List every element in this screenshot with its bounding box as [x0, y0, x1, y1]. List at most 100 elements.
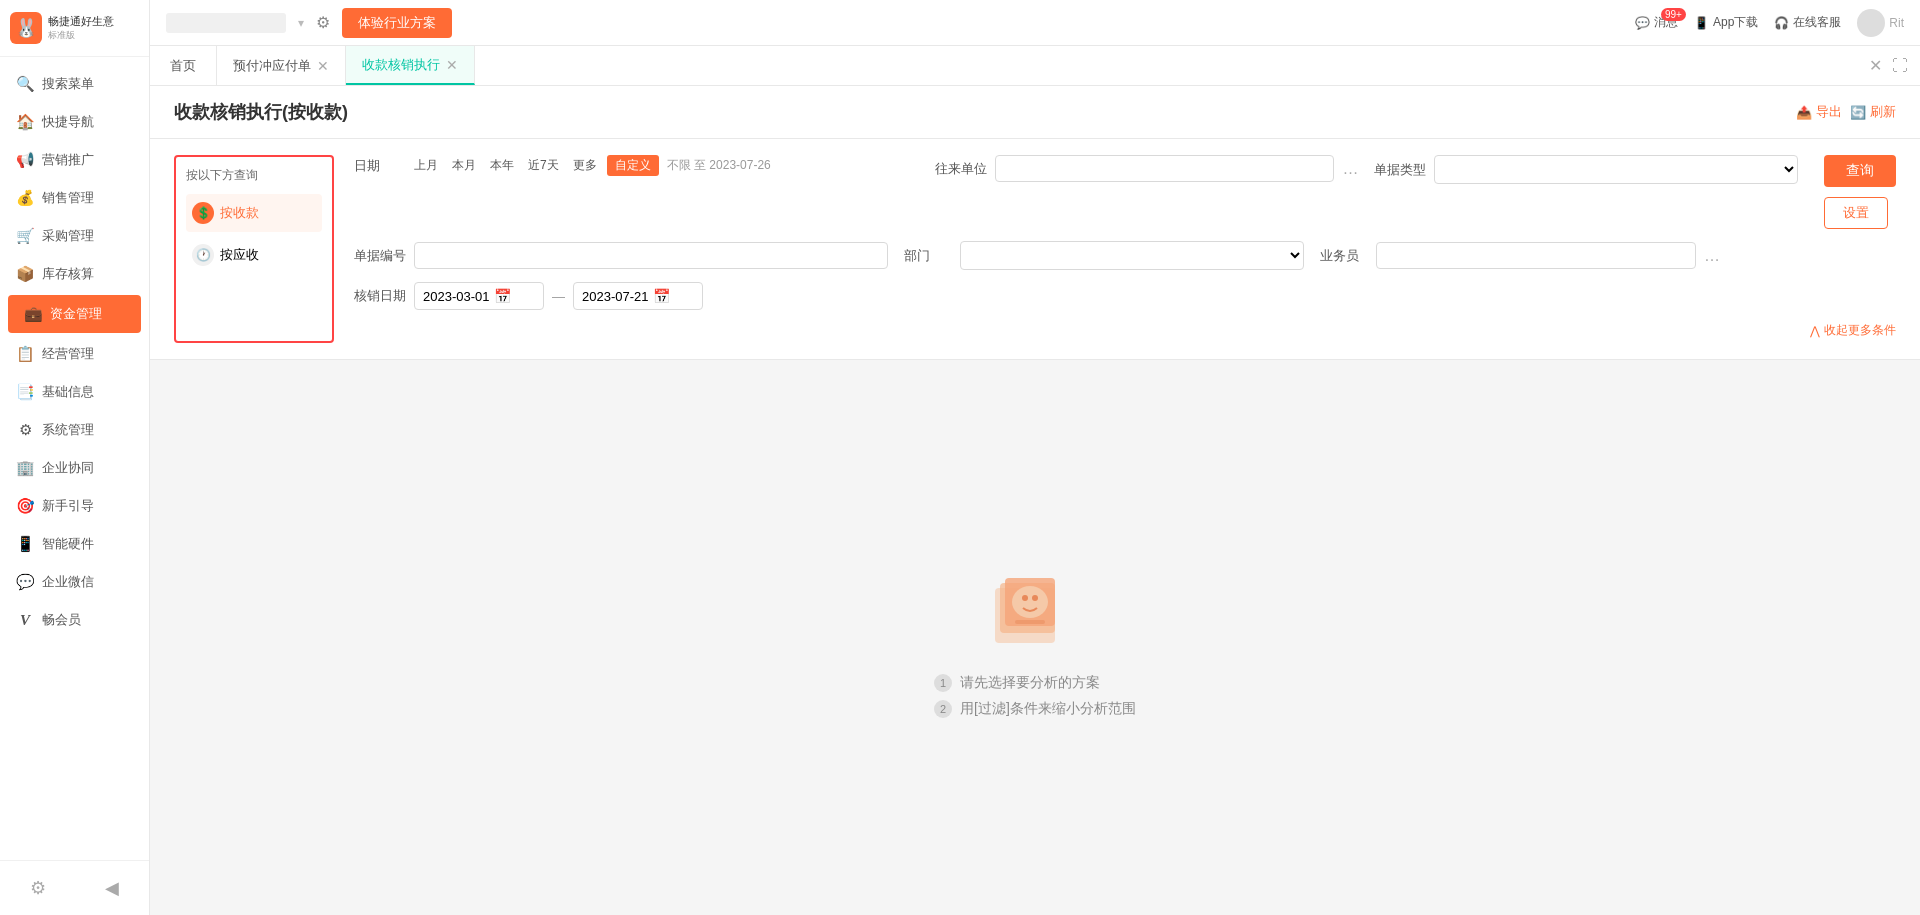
- sidebar-item-sales[interactable]: 💰 销售管理: [0, 179, 149, 217]
- main-content: 1 请先选择要分析的方案 2 用[过滤]条件来缩小分析范围: [150, 360, 1920, 915]
- sidebar-item-operation[interactable]: 📋 经营管理: [0, 335, 149, 373]
- refresh-button[interactable]: 🔄 刷新: [1850, 103, 1896, 121]
- date-label: 日期: [354, 157, 402, 175]
- sidebar-item-inventory[interactable]: 📦 库存核算: [0, 255, 149, 293]
- collapse-conditions-button[interactable]: ⋀ 收起更多条件: [1810, 322, 1896, 339]
- sidebar-item-wechat[interactable]: 💬 企业微信: [0, 563, 149, 601]
- filter-by-receivable[interactable]: 🕐 按应收: [186, 236, 322, 274]
- wechat-icon: 💬: [16, 573, 34, 591]
- app-icon: 📱: [1694, 16, 1709, 30]
- filter-by-receipt[interactable]: 💲 按收款: [186, 194, 322, 232]
- export-button[interactable]: 📤 导出: [1796, 103, 1842, 121]
- tip-num-2: 2: [934, 700, 952, 718]
- staff-input[interactable]: [1376, 242, 1696, 269]
- writeoff-start-input[interactable]: 2023-03-01 📅: [414, 282, 544, 310]
- svg-point-5: [1032, 595, 1038, 601]
- sidebar-item-basic[interactable]: 📑 基础信息: [0, 373, 149, 411]
- user-avatar[interactable]: Rit: [1857, 9, 1904, 37]
- tab-writeoff-close-icon[interactable]: ✕: [446, 58, 458, 72]
- calendar-end-icon[interactable]: 📅: [653, 288, 670, 304]
- tab-home[interactable]: 首页: [150, 46, 217, 85]
- filter-area: 按以下方查询 💲 按收款 🕐 按应收 日期: [150, 139, 1920, 360]
- sidebar-item-corp[interactable]: 🏢 企业协同: [0, 449, 149, 487]
- receipt-icon: 💲: [192, 202, 214, 224]
- refresh-icon: 🔄: [1850, 105, 1866, 120]
- message-button[interactable]: 💬 消息 99+: [1635, 14, 1678, 31]
- date-quick-btns: 上月 本月 本年 近7天 更多 自定义: [410, 155, 659, 176]
- writeoff-end-input[interactable]: 2023-07-21 📅: [573, 282, 703, 310]
- inventory-icon: 📦: [16, 265, 34, 283]
- topbar-gear-icon[interactable]: ⚙: [316, 13, 330, 32]
- counterpart-more-icon[interactable]: …: [1342, 160, 1358, 178]
- basic-icon: 📑: [16, 383, 34, 401]
- bill-type-select[interactable]: [1434, 155, 1798, 184]
- app-download-button[interactable]: 📱 App下载: [1694, 14, 1758, 31]
- tab-close-all-icon[interactable]: ✕: [1869, 56, 1882, 75]
- brand-input[interactable]: [166, 13, 286, 33]
- sidebar-item-quick-nav[interactable]: 🏠 快捷导航: [0, 103, 149, 141]
- date-this-year-btn[interactable]: 本年: [486, 155, 518, 176]
- date-no-limit: 不限 至 2023-07-26: [667, 157, 771, 174]
- settings-button[interactable]: 设置: [1824, 197, 1888, 229]
- solution-button[interactable]: 体验行业方案: [342, 8, 452, 38]
- settings-bottom-icon[interactable]: ⚙: [24, 871, 52, 905]
- system-icon: ⚙: [16, 421, 34, 439]
- message-icon: 💬: [1635, 16, 1650, 30]
- app-edition: 标准版: [48, 29, 114, 42]
- sidebar-item-finance[interactable]: 💼 资金管理: [8, 295, 141, 333]
- query-button[interactable]: 查询: [1824, 155, 1896, 187]
- empty-state: 1 请先选择要分析的方案 2 用[过滤]条件来缩小分析范围: [934, 558, 1136, 718]
- purchase-icon: 🛒: [16, 227, 34, 245]
- page-header: 收款核销执行(按收款) 📤 导出 🔄 刷新: [150, 86, 1920, 139]
- staff-more-icon[interactable]: …: [1704, 247, 1720, 265]
- calendar-start-icon[interactable]: 📅: [494, 288, 511, 304]
- date-this-month-btn[interactable]: 本月: [448, 155, 480, 176]
- bill-number-input[interactable]: [414, 242, 888, 269]
- operation-icon: 📋: [16, 345, 34, 363]
- svg-point-4: [1022, 595, 1028, 601]
- dept-select[interactable]: [960, 241, 1304, 270]
- sidebar-item-guide[interactable]: 🎯 新手引导: [0, 487, 149, 525]
- sidebar-item-marketing[interactable]: 📢 营销推广: [0, 141, 149, 179]
- tab-fullscreen-icon[interactable]: ⛶: [1892, 57, 1908, 75]
- svg-rect-6: [1015, 620, 1045, 624]
- collapse-sidebar-icon[interactable]: ◀: [99, 871, 125, 905]
- counterpart-input[interactable]: [995, 155, 1335, 182]
- sales-icon: 💰: [16, 189, 34, 207]
- sidebar-item-search[interactable]: 🔍 搜索菜单: [0, 65, 149, 103]
- empty-illustration: [975, 558, 1095, 658]
- tab-prepay[interactable]: 预付冲应付单 ✕: [217, 46, 346, 85]
- staff-label: 业务员: [1320, 247, 1368, 265]
- online-service-button[interactable]: 🎧 在线客服: [1774, 14, 1841, 31]
- filter-left-panel: 按以下方查询 💲 按收款 🕐 按应收: [174, 155, 334, 343]
- tip-num-1: 1: [934, 674, 952, 692]
- username-label: Rit: [1889, 16, 1904, 30]
- tab-writeoff[interactable]: 收款核销执行 ✕: [346, 46, 475, 85]
- topbar-dropdown-icon[interactable]: ▾: [298, 16, 304, 30]
- member-icon: V: [16, 612, 34, 629]
- tab-prepay-close-icon[interactable]: ✕: [317, 59, 329, 73]
- date-range-sep: —: [552, 289, 565, 304]
- date-7days-btn[interactable]: 近7天: [524, 155, 563, 176]
- message-badge: 99+: [1661, 8, 1686, 21]
- sidebar-item-member[interactable]: V 畅会员: [0, 601, 149, 639]
- writeoff-start-value: 2023-03-01: [423, 289, 490, 304]
- hardware-icon: 📱: [16, 535, 34, 553]
- bill-number-label: 单据编号: [354, 247, 406, 265]
- filter-panel-title: 按以下方查询: [186, 167, 322, 184]
- corp-icon: 🏢: [16, 459, 34, 477]
- sidebar-item-system[interactable]: ⚙ 系统管理: [0, 411, 149, 449]
- guide-icon: 🎯: [16, 497, 34, 515]
- finance-icon: 💼: [24, 305, 42, 323]
- date-custom-btn[interactable]: 自定义: [607, 155, 659, 176]
- dept-label: 部门: [904, 247, 952, 265]
- empty-tip-1: 1 请先选择要分析的方案: [934, 674, 1136, 692]
- main-area: ▾ ⚙ 体验行业方案 💬 消息 99+ 📱 App下载 🎧 在线客服 Rit: [150, 0, 1920, 915]
- date-more-btn[interactable]: 更多: [569, 155, 601, 176]
- filter-right: 日期 上月 本月 本年 近7天 更多 自定义 不限 至 2023-07-26: [354, 155, 1896, 343]
- sidebar: 🐰 畅捷通好生意 标准版 🔍 搜索菜单 🏠 快捷导航 📢 营销推广 💰 销售管理…: [0, 0, 150, 915]
- sidebar-item-purchase[interactable]: 🛒 采购管理: [0, 217, 149, 255]
- date-last-month-btn[interactable]: 上月: [410, 155, 442, 176]
- sidebar-item-hardware[interactable]: 📱 智能硬件: [0, 525, 149, 563]
- export-icon: 📤: [1796, 105, 1812, 120]
